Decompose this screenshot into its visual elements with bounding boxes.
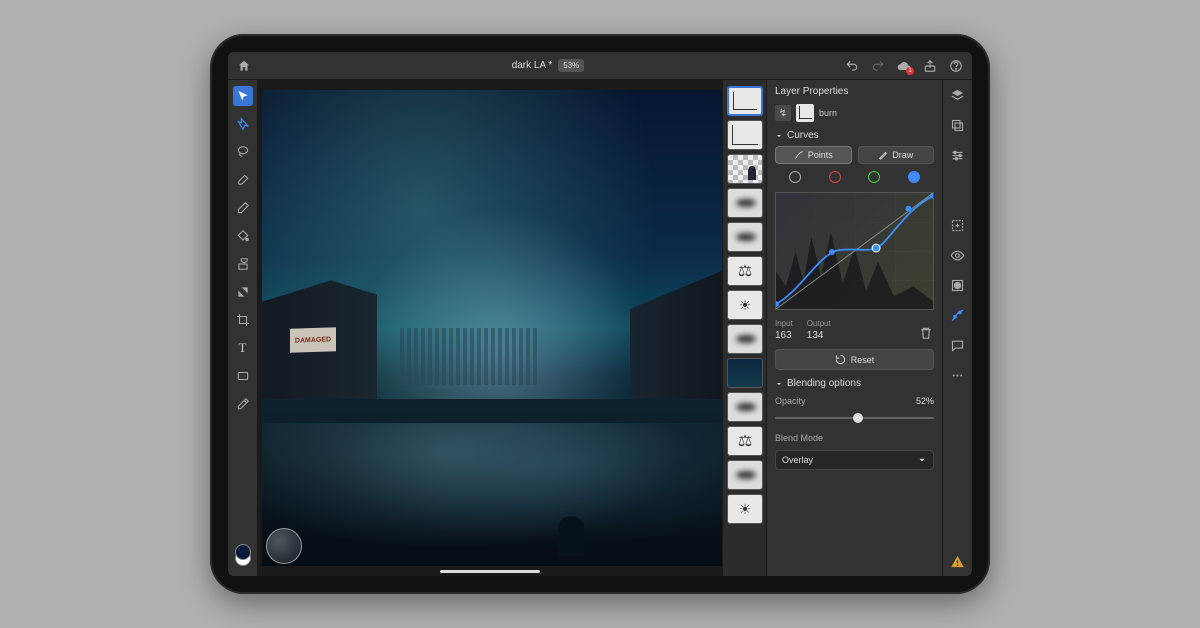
- delete-point-icon[interactable]: [918, 325, 934, 341]
- curve-point[interactable]: [906, 206, 912, 212]
- gradient-tool-icon[interactable]: [233, 282, 253, 302]
- undo-icon[interactable]: [844, 58, 860, 74]
- add-layer-icon[interactable]: [949, 216, 967, 234]
- layer-thumb-mask[interactable]: [727, 460, 763, 490]
- layer-thumb-mask[interactable]: [727, 324, 763, 354]
- tap-select-tool-icon[interactable]: [233, 114, 253, 134]
- document-title[interactable]: dark LA *: [512, 60, 553, 71]
- top-bar: dark LA * 53% 1: [228, 52, 972, 80]
- clone-tool-icon[interactable]: [233, 254, 253, 274]
- layer-thumb-curves[interactable]: [727, 120, 763, 150]
- more-icon[interactable]: [949, 366, 967, 384]
- canvas-area[interactable]: DAMAGED: [258, 80, 722, 576]
- blending-section-header[interactable]: Blending options: [775, 378, 934, 389]
- layers-panel-icon[interactable]: [949, 86, 967, 104]
- layer-thumb-brightness[interactable]: [727, 494, 763, 524]
- layer-properties-panel: Layer Properties ↯ burn Curves Points Dr…: [766, 80, 942, 576]
- blend-mode-select[interactable]: Overlay: [775, 450, 934, 470]
- cloud-sync-icon[interactable]: 1: [896, 58, 912, 74]
- eraser-tool-icon[interactable]: [233, 198, 253, 218]
- channel-rgb[interactable]: [789, 171, 801, 183]
- scene-reflections: [262, 423, 722, 566]
- type-tool-icon[interactable]: T: [233, 338, 253, 358]
- channel-blue[interactable]: [908, 171, 920, 183]
- histogram: [776, 232, 933, 309]
- layer-thumb-mask[interactable]: [727, 222, 763, 252]
- layer-effects-icon[interactable]: [949, 116, 967, 134]
- input-label: Input: [775, 319, 793, 328]
- layer-thumb-mask[interactable]: [727, 392, 763, 422]
- layer-thumb-brightness[interactable]: [727, 290, 763, 320]
- curves-section-label: Curves: [787, 130, 819, 141]
- panel-title: Layer Properties: [775, 86, 934, 97]
- opacity-value: 52%: [916, 396, 934, 406]
- scene-skyline: [400, 328, 538, 385]
- canvas-image[interactable]: DAMAGED: [262, 90, 722, 566]
- channel-red[interactable]: [829, 171, 841, 183]
- left-toolbar: T: [228, 80, 258, 576]
- home-indicator[interactable]: [440, 570, 540, 573]
- output-label: Output: [807, 319, 831, 328]
- foreground-color-swatch[interactable]: [235, 544, 251, 560]
- scene-figure: [558, 516, 584, 556]
- comments-icon[interactable]: [949, 336, 967, 354]
- curves-graph[interactable]: [775, 192, 934, 310]
- reset-label: Reset: [851, 355, 875, 365]
- curves-mode-draw[interactable]: Draw: [858, 146, 935, 164]
- reset-button[interactable]: Reset: [775, 349, 934, 370]
- color-swatch[interactable]: [232, 544, 254, 566]
- layer-thumb-curves[interactable]: [727, 86, 763, 116]
- blend-mode-label: Blend Mode: [775, 433, 934, 443]
- warning-icon[interactable]: [949, 552, 967, 570]
- redo-icon[interactable]: [870, 58, 886, 74]
- mask-icon[interactable]: [949, 276, 967, 294]
- curve-point-active[interactable]: [872, 244, 880, 252]
- eyedropper-tool-icon[interactable]: [233, 394, 253, 414]
- layer-mini-thumb[interactable]: [796, 104, 814, 122]
- blending-section-label: Blending options: [787, 378, 861, 389]
- properties-panel-icon[interactable]: [949, 306, 967, 324]
- curve-point[interactable]: [829, 249, 835, 255]
- fill-tool-icon[interactable]: [233, 226, 253, 246]
- channel-selector: [775, 171, 934, 183]
- chevron-down-icon: [917, 455, 927, 465]
- adjustments-icon[interactable]: [949, 146, 967, 164]
- app-screen: dark LA * 53% 1 T: [228, 52, 972, 576]
- layer-thumb-color-balance[interactable]: [727, 426, 763, 456]
- mode-points-label: Points: [808, 150, 833, 160]
- channel-green[interactable]: [868, 171, 880, 183]
- layer-thumb-mask[interactable]: [727, 188, 763, 218]
- right-rail: [942, 80, 972, 576]
- home-icon[interactable]: [236, 58, 252, 74]
- help-icon[interactable]: [948, 58, 964, 74]
- layer-thumb-figure[interactable]: [727, 154, 763, 184]
- layer-thumb-image[interactable]: [727, 358, 763, 388]
- share-icon[interactable]: [922, 58, 938, 74]
- billboard-sign: DAMAGED: [290, 327, 336, 353]
- layers-strip: [722, 80, 766, 576]
- ipad-frame: dark LA * 53% 1 T: [210, 34, 990, 594]
- opacity-slider[interactable]: [775, 411, 934, 425]
- visibility-icon[interactable]: [949, 246, 967, 264]
- input-value[interactable]: 163: [775, 330, 793, 341]
- curves-section-header[interactable]: Curves: [775, 130, 934, 141]
- crop-tool-icon[interactable]: [233, 310, 253, 330]
- layer-name[interactable]: burn: [819, 108, 837, 118]
- zoom-level[interactable]: 53%: [558, 59, 584, 72]
- blend-mode-value: Overlay: [782, 455, 813, 465]
- opacity-label: Opacity: [775, 396, 806, 406]
- brush-tool-icon[interactable]: [233, 170, 253, 190]
- curves-mode-points[interactable]: Points: [775, 146, 852, 164]
- touch-shortcut-icon[interactable]: [266, 528, 302, 564]
- chevron-down-icon: [775, 380, 783, 388]
- shape-tool-icon[interactable]: [233, 366, 253, 386]
- lasso-tool-icon[interactable]: [233, 142, 253, 162]
- link-icon[interactable]: ↯: [775, 105, 791, 121]
- move-tool-icon[interactable]: [233, 86, 253, 106]
- chevron-down-icon: [775, 132, 783, 140]
- mode-draw-label: Draw: [892, 150, 913, 160]
- output-value[interactable]: 134: [807, 330, 831, 341]
- layer-thumb-color-balance[interactable]: [727, 256, 763, 286]
- cloud-badge-count: 1: [906, 67, 914, 75]
